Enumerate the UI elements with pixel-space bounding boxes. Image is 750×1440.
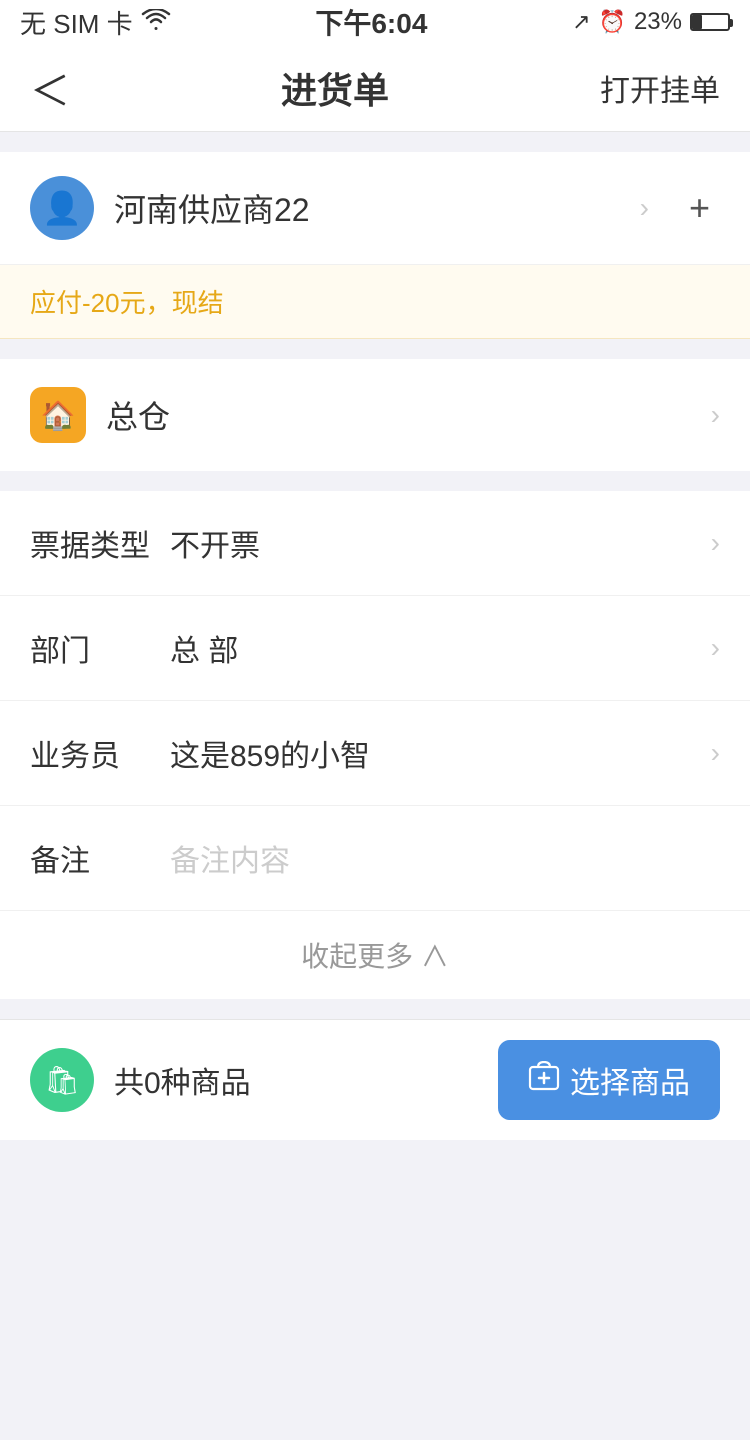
- collapse-label: 收起更多 ∧: [301, 935, 449, 975]
- department-arrow-icon: ›: [711, 632, 720, 664]
- status-right: ↗ ⏰ 23%: [572, 8, 730, 36]
- status-bar: 无 SIM 卡 下午6:04 ↗ ⏰ 23%: [0, 0, 750, 44]
- remark-label: 备注: [30, 836, 170, 880]
- select-product-button[interactable]: 选择商品: [498, 1040, 720, 1120]
- location-icon: ↗: [572, 9, 590, 35]
- salesperson-arrow-icon: ›: [711, 737, 720, 769]
- alarm-icon: ⏰: [599, 9, 626, 35]
- warehouse-name: 总仓: [106, 392, 711, 438]
- supplier-avatar: 👤: [30, 176, 94, 240]
- open-pending-button[interactable]: 打开挂单: [600, 66, 720, 110]
- form-section: 票据类型 不开票 › 部门 总 部 › 业务员 这是859的小智 › 备注 备注…: [0, 491, 750, 999]
- gap-4: [0, 999, 750, 1019]
- person-icon: 👤: [42, 189, 82, 227]
- supplier-name: 河南供应商22: [114, 185, 640, 231]
- supplier-row[interactable]: 👤 河南供应商22 › +: [0, 152, 750, 265]
- salesperson-value: 这是859的小智: [170, 731, 711, 775]
- department-value: 总 部: [170, 626, 711, 670]
- remark-row[interactable]: 备注 备注内容: [0, 806, 750, 910]
- nav-bar: ＜ 进货单 打开挂单: [0, 44, 750, 132]
- gap-3: [0, 471, 750, 491]
- department-row[interactable]: 部门 总 部 ›: [0, 596, 750, 701]
- background-fill: [0, 1140, 750, 1440]
- select-product-icon: [528, 1061, 560, 1100]
- collapse-row[interactable]: 收起更多 ∧: [0, 910, 750, 999]
- notice-text: 应付-20元，现结: [30, 288, 224, 318]
- carrier-label: 无 SIM 卡: [20, 4, 133, 41]
- gap-1: [0, 132, 750, 152]
- gap-2: [0, 339, 750, 359]
- warehouse-section: 🏠 总仓 ›: [0, 359, 750, 471]
- time-label: 下午6:04: [315, 2, 427, 42]
- ticket-type-value: 不开票: [170, 521, 711, 565]
- shopping-bag-icon: 🛍: [44, 1064, 80, 1097]
- ticket-type-label: 票据类型: [30, 521, 170, 565]
- warehouse-icon: 🏠: [41, 399, 76, 432]
- salesperson-row[interactable]: 业务员 这是859的小智 ›: [0, 701, 750, 806]
- add-button[interactable]: +: [679, 187, 720, 229]
- select-product-label: 选择商品: [570, 1058, 690, 1102]
- supplier-section: 👤 河南供应商22 › + 应付-20元，现结: [0, 152, 750, 339]
- bottom-bar: 🛍 共0种商品 选择商品: [0, 1019, 750, 1140]
- supplier-arrow-icon: ›: [640, 192, 649, 224]
- salesperson-label: 业务员: [30, 731, 170, 775]
- ticket-type-row[interactable]: 票据类型 不开票 ›: [0, 491, 750, 596]
- warehouse-icon-bg: 🏠: [30, 387, 86, 443]
- back-button[interactable]: ＜: [30, 59, 70, 117]
- wifi-icon: [141, 7, 171, 38]
- remark-input[interactable]: 备注内容: [170, 836, 720, 880]
- warehouse-arrow-icon: ›: [711, 399, 720, 431]
- department-label: 部门: [30, 626, 170, 670]
- ticket-type-arrow-icon: ›: [711, 527, 720, 559]
- product-count-text: 共0种商品: [114, 1058, 498, 1102]
- warehouse-row[interactable]: 🏠 总仓 ›: [0, 359, 750, 471]
- status-left: 无 SIM 卡: [20, 4, 171, 41]
- product-count-icon-bg: 🛍: [30, 1048, 94, 1112]
- page-title: 进货单: [281, 62, 389, 114]
- notice-banner: 应付-20元，现结: [0, 265, 750, 339]
- battery-icon: [690, 13, 730, 31]
- battery-pct: 23%: [634, 8, 682, 36]
